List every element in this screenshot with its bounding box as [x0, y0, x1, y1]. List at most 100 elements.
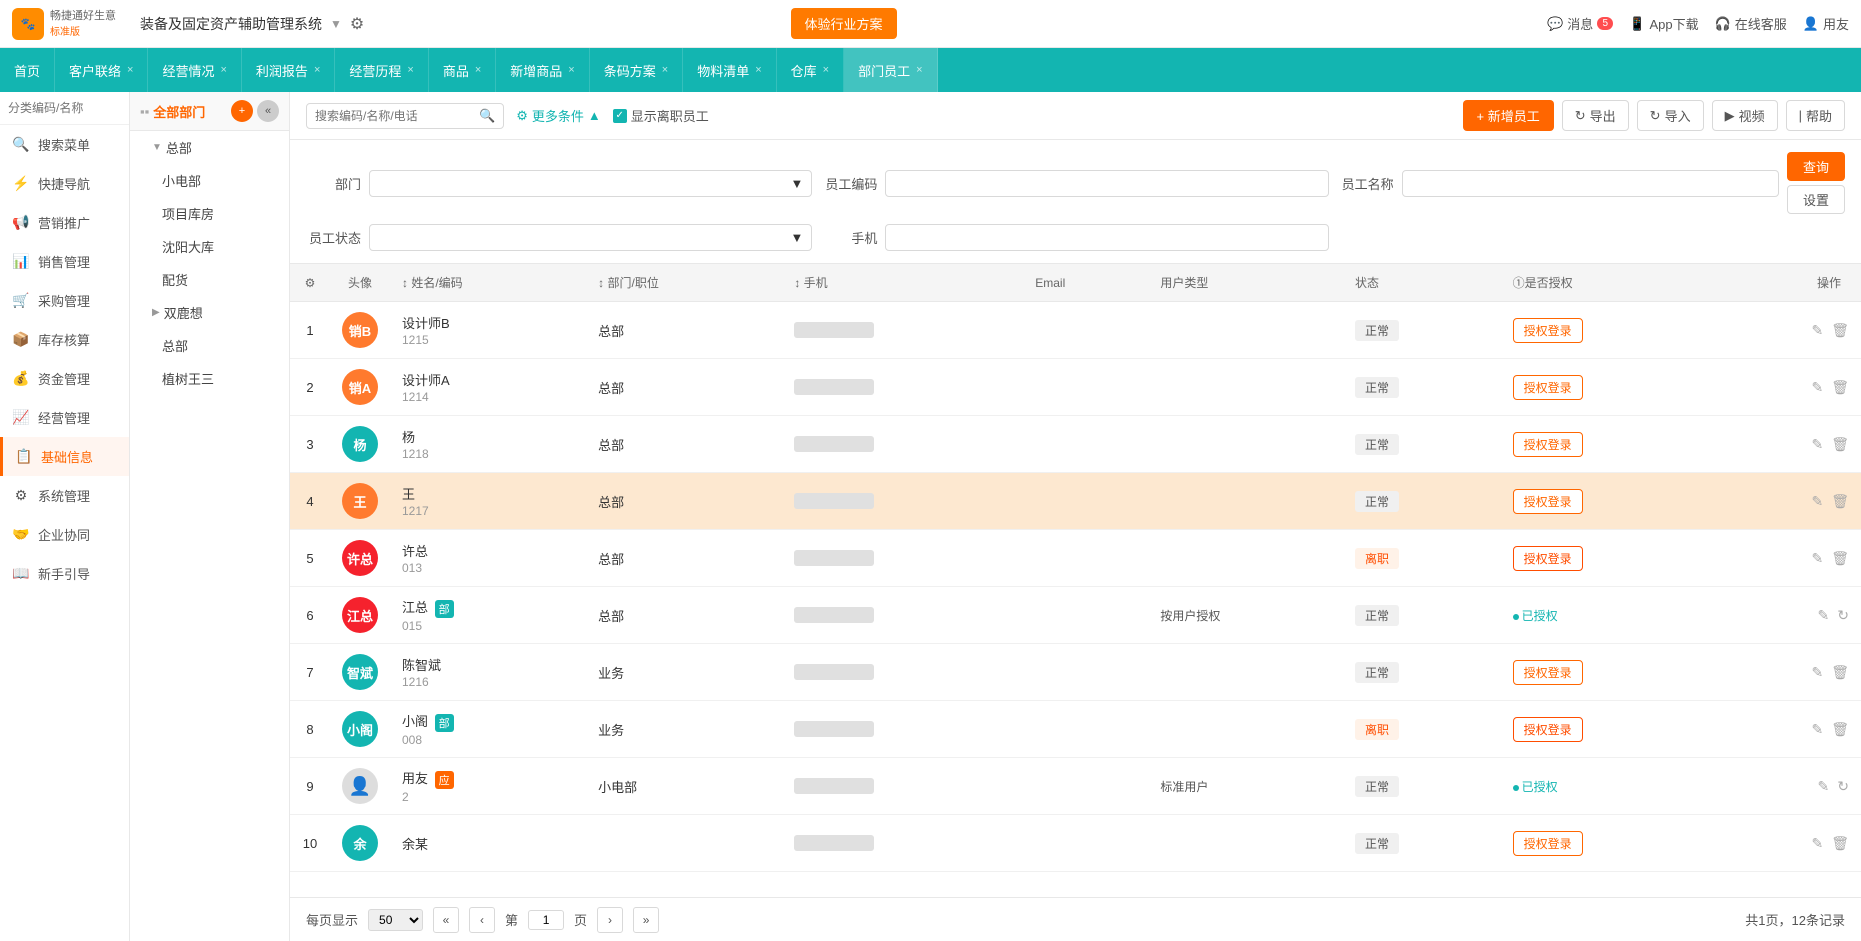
delete-icon[interactable]: 🗑: [1831, 493, 1849, 510]
col-settings[interactable]: ⚙: [290, 264, 330, 302]
edit-icon[interactable]: ✎: [1811, 322, 1823, 339]
view-button[interactable]: ▶ 视频: [1712, 100, 1778, 131]
tree-item-zhishu[interactable]: 植树王三: [130, 362, 289, 395]
edit-icon[interactable]: ✎: [1811, 835, 1823, 852]
delete-icon[interactable]: 🗑: [1831, 322, 1849, 339]
sidebar-item-search[interactable]: 🔍搜索菜单: [0, 125, 129, 164]
nav-item-barcode[interactable]: 条码方案 ×: [590, 48, 683, 92]
settings-button[interactable]: 设置: [1787, 185, 1845, 214]
close-icon[interactable]: ×: [823, 64, 829, 76]
delete-icon[interactable]: 🗑: [1831, 664, 1849, 681]
auth-button[interactable]: 授权登录: [1513, 432, 1583, 457]
edit-icon[interactable]: ✎: [1818, 607, 1830, 624]
help-button[interactable]: | 帮助: [1786, 100, 1845, 131]
close-icon[interactable]: ×: [662, 64, 668, 76]
import-button[interactable]: ↻ 导入: [1637, 100, 1704, 131]
sidebar-item-sales[interactable]: 📊销售管理: [0, 242, 129, 281]
per-page-select[interactable]: 50 100 200: [368, 909, 423, 931]
search-button[interactable]: 查询: [1787, 152, 1845, 181]
auth-button[interactable]: 授权登录: [1513, 831, 1583, 856]
delete-icon[interactable]: 🗑: [1831, 436, 1849, 453]
sidebar-item-inventory[interactable]: 📦库存核算: [0, 320, 129, 359]
nav-item-customer[interactable]: 客户联络 ×: [55, 48, 148, 92]
close-icon[interactable]: ×: [755, 64, 761, 76]
close-icon[interactable]: ×: [407, 64, 413, 76]
add-employee-button[interactable]: + 新增员工: [1463, 100, 1554, 131]
search-submit-icon[interactable]: 🔍: [479, 108, 495, 124]
close-icon[interactable]: ×: [127, 64, 133, 76]
refresh-icon[interactable]: ↻: [1837, 607, 1849, 624]
auth-button[interactable]: 授权登录: [1513, 717, 1583, 742]
sidebar-item-guide[interactable]: 📖新手引导: [0, 554, 129, 593]
dept-select[interactable]: ▼: [369, 170, 812, 197]
sidebar-search-input[interactable]: [8, 101, 130, 115]
tree-item-shenyang[interactable]: 沈阳大库: [130, 230, 289, 263]
nav-item-profit[interactable]: 利润报告 ×: [242, 48, 335, 92]
tree-item-zongbu-parent[interactable]: ▼ 总部: [130, 131, 289, 164]
edit-icon[interactable]: ✎: [1811, 550, 1823, 567]
employee-code-field[interactable]: [894, 176, 1319, 191]
close-icon[interactable]: ×: [568, 64, 574, 76]
edit-icon[interactable]: ✎: [1811, 721, 1823, 738]
trial-button[interactable]: 体验行业方案: [791, 8, 897, 39]
sidebar-item-purchase[interactable]: 🛒采购管理: [0, 281, 129, 320]
auth-button[interactable]: 授权登录: [1513, 546, 1583, 571]
tree-item-projectroom[interactable]: 项目库房: [130, 197, 289, 230]
add-dept-button[interactable]: +: [231, 100, 253, 122]
first-page-button[interactable]: «: [433, 907, 459, 933]
auth-button[interactable]: 授权登录: [1513, 375, 1583, 400]
current-page-input[interactable]: [528, 910, 564, 930]
collapse-panel-button[interactable]: «: [257, 100, 279, 122]
sidebar-item-operations[interactable]: 📈经营管理: [0, 398, 129, 437]
nav-item-add-goods[interactable]: 新增商品 ×: [496, 48, 589, 92]
col-phone[interactable]: ↕ 手机: [782, 264, 1023, 302]
search-input[interactable]: [315, 109, 475, 123]
show-former-checkbox[interactable]: ✓: [613, 109, 627, 123]
status-select[interactable]: ▼: [369, 224, 812, 251]
auth-button[interactable]: 授权登录: [1513, 318, 1583, 343]
tree-item-xiaodiandept[interactable]: 小电部: [130, 164, 289, 197]
user-area[interactable]: 👤 用友: [1803, 14, 1849, 33]
refresh-icon[interactable]: ↻: [1837, 778, 1849, 795]
nav-item-goods[interactable]: 商品 ×: [429, 48, 496, 92]
edit-icon[interactable]: ✎: [1811, 379, 1823, 396]
delete-icon[interactable]: 🗑: [1831, 721, 1849, 738]
employee-code-input[interactable]: [885, 170, 1328, 197]
settings-icon[interactable]: ⚙: [350, 14, 364, 34]
last-page-button[interactable]: »: [633, 907, 659, 933]
export-button[interactable]: ↻ 导出: [1562, 100, 1629, 131]
show-former-toggle[interactable]: ✓ 显示离职员工: [613, 106, 709, 125]
sidebar-item-marketing[interactable]: 📢营销推广: [0, 203, 129, 242]
message-item[interactable]: 💬 消息 5: [1547, 14, 1613, 33]
delete-icon[interactable]: 🗑: [1831, 550, 1849, 567]
close-icon[interactable]: ×: [220, 64, 226, 76]
nav-item-department[interactable]: 部门员工 ×: [844, 48, 937, 92]
nav-item-bom[interactable]: 物料清单 ×: [683, 48, 776, 92]
close-icon[interactable]: ×: [314, 64, 320, 76]
sidebar-item-shortcut[interactable]: ⚡快捷导航: [0, 164, 129, 203]
phone-input[interactable]: [885, 224, 1328, 251]
edit-icon[interactable]: ✎: [1811, 493, 1823, 510]
close-icon[interactable]: ×: [475, 64, 481, 76]
close-icon[interactable]: ×: [916, 64, 922, 76]
col-name[interactable]: ↕ 姓名/编码: [390, 264, 586, 302]
app-download[interactable]: 📱 App下载: [1629, 14, 1698, 33]
tree-item-shuanglu[interactable]: ▶ 双鹿想: [130, 296, 289, 329]
auth-button[interactable]: 授权登录: [1513, 660, 1583, 685]
sidebar-item-finance[interactable]: 💰资金管理: [0, 359, 129, 398]
edit-icon[interactable]: ✎: [1818, 778, 1830, 795]
nav-item-warehouse[interactable]: 仓库 ×: [777, 48, 844, 92]
phone-field[interactable]: [894, 230, 1319, 245]
tree-item-peihuo[interactable]: 配货: [130, 263, 289, 296]
next-page-button[interactable]: ›: [597, 907, 623, 933]
col-dept[interactable]: ↕ 部门/职位: [586, 264, 782, 302]
edit-icon[interactable]: ✎: [1811, 664, 1823, 681]
nav-item-management[interactable]: 经营情况 ×: [148, 48, 241, 92]
auth-button[interactable]: 授权登录: [1513, 489, 1583, 514]
tree-item-zongbu2[interactable]: 总部: [130, 329, 289, 362]
online-service[interactable]: 🎧 在线客服: [1715, 14, 1787, 33]
filter-more-btn[interactable]: ⚙ 更多条件 ▲: [516, 106, 601, 125]
nav-item-home[interactable]: 首页: [0, 48, 55, 92]
prev-page-button[interactable]: ‹: [469, 907, 495, 933]
delete-icon[interactable]: 🗑: [1831, 835, 1849, 852]
